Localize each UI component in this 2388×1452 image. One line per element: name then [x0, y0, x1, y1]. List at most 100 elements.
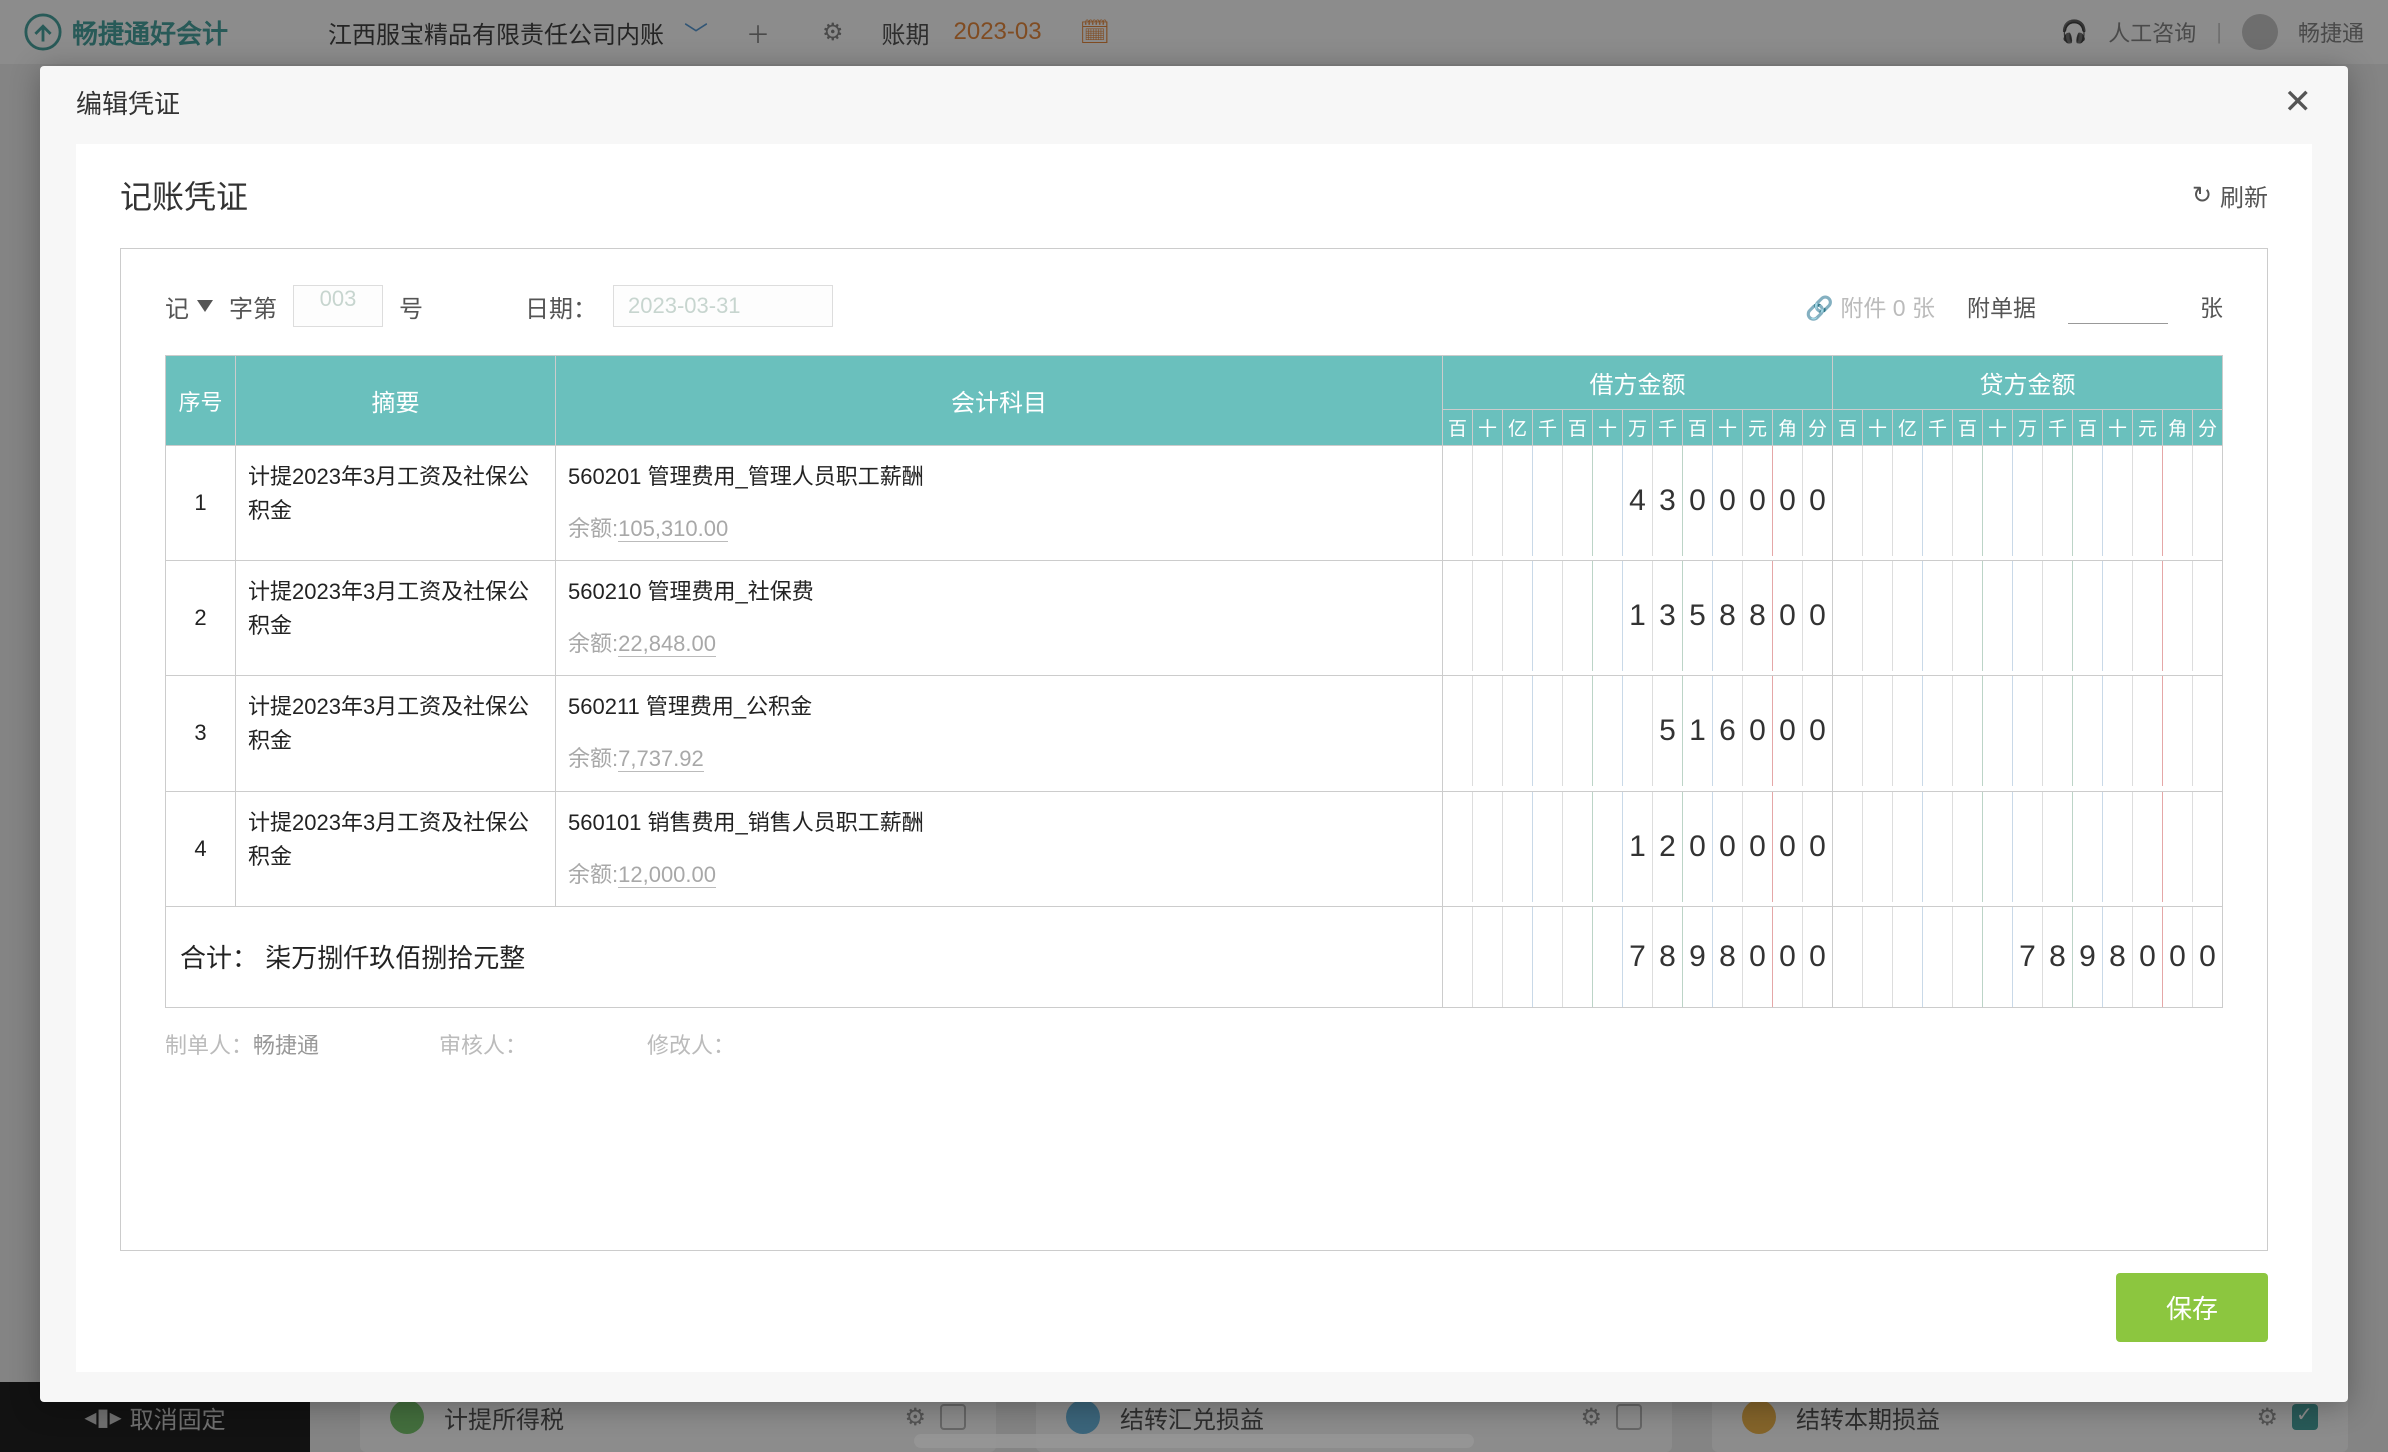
save-button[interactable]: 保存 [2116, 1273, 2268, 1342]
digit-cell: 0 [1743, 676, 1773, 786]
row-account[interactable]: 560211 管理费用_公积金余额:7,737.92 [556, 676, 1443, 791]
digit-cell [1953, 561, 1983, 671]
row-credit[interactable] [1833, 676, 2223, 791]
voucher-number-input[interactable]: 003 [293, 285, 383, 327]
table-row[interactable]: 2计提2023年3月工资及社保公积金560210 管理费用_社保费余额:22,8… [166, 561, 2223, 676]
digit-cell: 4 [1623, 446, 1653, 556]
attachment-link[interactable]: 🔗 附件 0 张 [1805, 289, 1935, 323]
digit-cell [2193, 446, 2222, 556]
digit-cell [1833, 792, 1863, 902]
digit-cell [1863, 907, 1893, 1007]
zhang-label: 张 [2200, 289, 2223, 323]
row-credit[interactable] [1833, 561, 2223, 676]
home-indicator [914, 1434, 1474, 1448]
digit-cell [2013, 792, 2043, 902]
digit-cell: 0 [1773, 561, 1803, 671]
th-credit: 贷方金额 [1833, 356, 2223, 410]
digit-cell [2073, 792, 2103, 902]
row-balance: 余额:22,848.00 [568, 627, 1430, 661]
digit-cell: 0 [1803, 676, 1832, 786]
digit-cell [1923, 792, 1953, 902]
row-summary[interactable]: 计提2023年3月工资及社保公积金 [236, 676, 556, 791]
digit-cell: 0 [1713, 446, 1743, 556]
digit-cell [1593, 561, 1623, 671]
digit-cell [1893, 907, 1923, 1007]
table-row[interactable]: 3计提2023年3月工资及社保公积金560211 管理费用_公积金余额:7,73… [166, 676, 2223, 791]
digit-cell [1443, 676, 1473, 786]
total-words: 柒万捌仟玖佰捌拾元整 [265, 943, 525, 973]
digit-cell: 0 [1803, 907, 1832, 1007]
row-summary[interactable]: 计提2023年3月工资及社保公积金 [236, 561, 556, 676]
digit-cell [1473, 792, 1503, 902]
digit-cell [1533, 792, 1563, 902]
th-digit: 十 [1983, 410, 2013, 446]
row-debit[interactable]: 4300000 [1443, 446, 1833, 561]
digit-cell: 0 [1743, 446, 1773, 556]
th-digit: 百 [1833, 410, 1863, 446]
digit-cell [1893, 561, 1923, 671]
th-digit: 百 [2073, 410, 2103, 446]
digit-cell: 0 [1683, 792, 1713, 902]
row-credit[interactable] [1833, 446, 2223, 561]
digit-cell [2103, 676, 2133, 786]
modal-header: 编辑凭证 ✕ [40, 66, 2348, 138]
row-account[interactable]: 560101 销售费用_销售人员职工薪酬余额:12,000.00 [556, 791, 1443, 906]
digit-cell [2133, 676, 2163, 786]
voucher-type-select[interactable]: 记 [165, 289, 213, 324]
row-credit[interactable] [1833, 791, 2223, 906]
row-summary[interactable]: 计提2023年3月工资及社保公积金 [236, 791, 556, 906]
table-row[interactable]: 1计提2023年3月工资及社保公积金560201 管理费用_管理人员职工薪酬余额… [166, 446, 2223, 561]
digit-cell: 1 [1623, 561, 1653, 671]
digit-cell [1503, 446, 1533, 556]
row-balance: 余额:105,310.00 [568, 512, 1430, 546]
table-row[interactable]: 4计提2023年3月工资及社保公积金560101 销售费用_销售人员职工薪酬余额… [166, 791, 2223, 906]
modal-title: 编辑凭证 [76, 84, 180, 121]
digit-cell: 8 [1713, 907, 1743, 1007]
digit-cell: 5 [1653, 676, 1683, 786]
digit-cell: 0 [1773, 792, 1803, 902]
attach-doc-input[interactable] [2068, 288, 2168, 324]
digit-cell: 9 [2073, 907, 2103, 1007]
row-debit[interactable]: 1358800 [1443, 561, 1833, 676]
row-debit[interactable]: 1200000 [1443, 791, 1833, 906]
digit-cell [1563, 561, 1593, 671]
digit-cell [2073, 676, 2103, 786]
digit-cell [1953, 446, 1983, 556]
digit-cell [2043, 792, 2073, 902]
digit-cell [1473, 446, 1503, 556]
row-account[interactable]: 560210 管理费用_社保费余额:22,848.00 [556, 561, 1443, 676]
refresh-icon: ↻ [2192, 181, 2212, 210]
th-digit: 十 [1713, 410, 1743, 446]
digit-cell [1623, 676, 1653, 786]
digit-cell [1953, 907, 1983, 1007]
digit-cell: 0 [1743, 792, 1773, 902]
digit-cell [1563, 792, 1593, 902]
row-account[interactable]: 560201 管理费用_管理人员职工薪酬余额:105,310.00 [556, 446, 1443, 561]
row-num: 2 [166, 561, 236, 676]
digit-cell [1563, 446, 1593, 556]
date-label: 日期： [525, 289, 597, 324]
attach-count: 附件 0 张 [1840, 295, 1935, 321]
voucher-title: 记账凭证 [120, 172, 248, 218]
refresh-button[interactable]: ↻ 刷新 [2192, 178, 2268, 213]
digit-cell [1923, 446, 1953, 556]
digit-cell: 0 [1743, 907, 1773, 1007]
digit-cell [2163, 446, 2193, 556]
th-digit: 十 [2103, 410, 2133, 446]
row-summary[interactable]: 计提2023年3月工资及社保公积金 [236, 446, 556, 561]
digit-cell [2193, 792, 2222, 902]
digit-cell [2163, 792, 2193, 902]
digit-cell: 0 [1803, 561, 1832, 671]
digit-cell: 0 [2163, 907, 2193, 1007]
digit-cell: 8 [1743, 561, 1773, 671]
row-debit[interactable]: 516000 [1443, 676, 1833, 791]
th-digit: 亿 [1893, 410, 1923, 446]
digit-cell: 5 [1683, 561, 1713, 671]
date-input[interactable]: 2023-03-31 [613, 285, 833, 327]
th-digit: 元 [1743, 410, 1773, 446]
close-icon[interactable]: ✕ [2284, 85, 2313, 119]
total-credit: 7898000 [1833, 906, 2223, 1007]
th-digit: 元 [2133, 410, 2163, 446]
digit-cell: 0 [1803, 792, 1832, 902]
digit-cell [2133, 446, 2163, 556]
